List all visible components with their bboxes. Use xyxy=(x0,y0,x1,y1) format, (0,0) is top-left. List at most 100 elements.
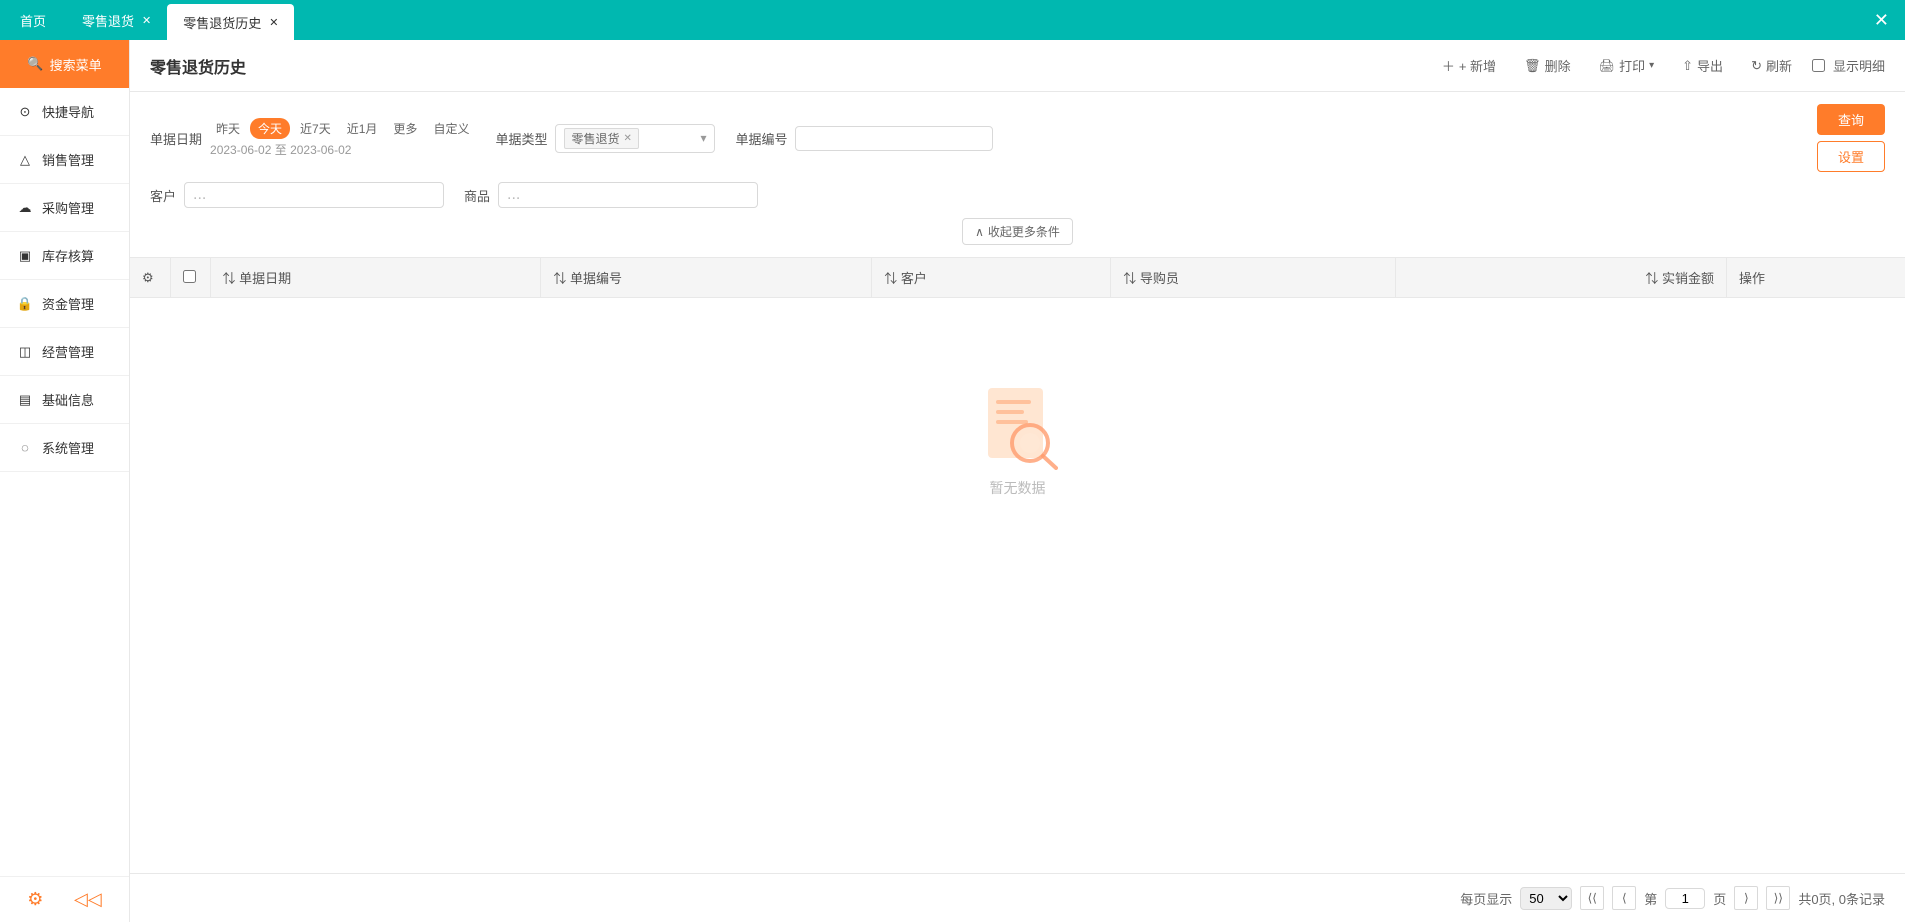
top-bar: 首页 零售退货 ✕ 零售退货历史 ✕ ✕ xyxy=(0,0,1905,40)
sidebar-item-system-mgmt[interactable]: ◌ 系统管理 xyxy=(0,424,129,472)
volume-icon[interactable]: ◁◁ xyxy=(74,889,102,910)
shortcut-1month[interactable]: 近1月 xyxy=(341,118,384,139)
shortcut-yesterday[interactable]: 昨天 xyxy=(210,118,246,139)
sidebar-item-quick-nav[interactable]: ⊙ 快捷导航 xyxy=(0,88,129,136)
sidebar-item-label: 系统管理 xyxy=(42,438,94,457)
refresh-icon: ↻ xyxy=(1751,58,1762,74)
print-button[interactable]: 🖨 打印 ▾ xyxy=(1591,52,1663,79)
col-amount[interactable]: ⇅ 实销金额 xyxy=(1396,258,1727,298)
page-title: 零售退货历史 xyxy=(150,54,246,78)
col-checkbox[interactable] xyxy=(170,258,210,298)
close-retail-return-tab[interactable]: ✕ xyxy=(142,14,151,27)
tab-retail-return-history[interactable]: 零售退货历史 ✕ xyxy=(167,4,294,40)
doc-type-chevron-icon: ▾ xyxy=(700,131,706,145)
header-actions: ＋ + 新增 🗑 删除 🖨 打印 ▾ ⇧ 导出 ↻ xyxy=(1434,52,1885,79)
add-icon: ＋ xyxy=(1442,56,1455,75)
table-settings-icon[interactable]: ⚙ xyxy=(142,270,154,285)
shortcut-more[interactable]: 更多 xyxy=(387,118,423,139)
sidebar-item-label: 库存核算 xyxy=(42,246,94,265)
doc-type-filter: 单据类型 零售退货 ✕ ▾ xyxy=(495,124,715,153)
total-info: 共0页, 0条记录 xyxy=(1798,889,1885,908)
tab-bar: 首页 零售退货 ✕ 零售退货历史 ✕ xyxy=(0,0,1858,40)
sidebar-item-inventory[interactable]: ▣ 库存核算 xyxy=(0,232,129,280)
page-size-select[interactable]: 50 100 200 xyxy=(1520,887,1572,910)
refresh-button[interactable]: ↻ 刷新 xyxy=(1743,52,1800,79)
doc-type-tag-close[interactable]: ✕ xyxy=(623,133,631,144)
tab-retail-return[interactable]: 零售退货 ✕ xyxy=(66,0,167,40)
col-action: 操作 xyxy=(1727,258,1905,298)
finance-icon: 🔒 xyxy=(16,295,34,313)
customer-dots: ... xyxy=(193,186,206,204)
shortcut-today[interactable]: 今天 xyxy=(250,118,290,139)
query-settings-group: 查询 设置 xyxy=(1817,104,1885,172)
col-doc-date[interactable]: ⇅ 单据日期 xyxy=(210,258,541,298)
goods-label: 商品 xyxy=(464,186,490,205)
chevron-up-icon: ∧ xyxy=(975,225,984,239)
inventory-icon: ▣ xyxy=(16,247,34,265)
col-customer[interactable]: ⇅ 客户 xyxy=(872,258,1111,298)
collapse-button[interactable]: ∧ 收起更多条件 xyxy=(962,218,1073,245)
page-size-label: 每页显示 xyxy=(1460,889,1512,908)
customer-label: 客户 xyxy=(150,186,176,205)
prev-page-button[interactable]: ⟨ xyxy=(1612,886,1636,910)
show-detail-toggle[interactable]: 显示明细 xyxy=(1812,56,1885,75)
doc-type-select[interactable]: 零售退货 ✕ ▾ xyxy=(555,124,715,153)
pagination: 每页显示 50 100 200 ⟨⟨ ⟨ 第 页 ⟩ ⟩⟩ 共0页, 0条记录 xyxy=(130,873,1905,922)
sidebar: 🔍 搜索菜单 ⊙ 快捷导航 △ 销售管理 ☁ 采购管理 ▣ 库存核算 🔒 资金管… xyxy=(0,40,130,922)
col-doc-no[interactable]: ⇅ 单据编号 xyxy=(541,258,872,298)
date-range-display: 2023-06-02 至 2023-06-02 xyxy=(210,141,475,158)
add-button[interactable]: ＋ + 新增 xyxy=(1434,52,1504,79)
delete-button[interactable]: 🗑 删除 xyxy=(1516,52,1579,79)
shortcut-7days[interactable]: 近7天 xyxy=(294,118,337,139)
print-chevron-icon: ▾ xyxy=(1649,60,1654,71)
select-all-checkbox[interactable] xyxy=(183,270,196,283)
settings-button[interactable]: 设置 xyxy=(1817,141,1885,172)
sidebar-item-purchase-mgmt[interactable]: ☁ 采购管理 xyxy=(0,184,129,232)
table-body: 暂无数据 xyxy=(130,298,1905,579)
tab-home[interactable]: 首页 xyxy=(0,0,66,40)
home-icon: ⊙ xyxy=(16,103,34,121)
customer-filter: 客户 ... xyxy=(150,182,444,208)
query-button[interactable]: 查询 xyxy=(1817,104,1885,135)
sidebar-item-finance[interactable]: 🔒 资金管理 xyxy=(0,280,129,328)
page-label: 第 xyxy=(1644,889,1657,908)
sidebar-item-label: 经营管理 xyxy=(42,342,94,361)
export-icon: ⇧ xyxy=(1682,58,1693,74)
base-info-icon: ▤ xyxy=(16,391,34,409)
main-layout: 🔍 搜索菜单 ⊙ 快捷导航 △ 销售管理 ☁ 采购管理 ▣ 库存核算 🔒 资金管… xyxy=(0,40,1905,922)
last-page-button[interactable]: ⟩⟩ xyxy=(1766,886,1790,910)
purchase-icon: ☁ xyxy=(16,199,34,217)
filter-area: 单据日期 昨天 今天 近7天 近1月 更多 自定义 2023-06-02 至 2… xyxy=(130,92,1905,258)
delete-icon: 🗑 xyxy=(1524,58,1541,74)
doc-no-filter: 单据编号 xyxy=(735,126,993,151)
filter-row-2: 客户 ... 商品 ... xyxy=(150,182,1885,208)
date-filter: 单据日期 昨天 今天 近7天 近1月 更多 自定义 2023-06-02 至 2… xyxy=(150,118,475,158)
show-detail-checkbox[interactable] xyxy=(1812,59,1825,72)
goods-select[interactable]: ... xyxy=(498,182,758,208)
customer-select[interactable]: ... xyxy=(184,182,444,208)
page-number-input[interactable] xyxy=(1665,888,1705,909)
empty-state-row: 暂无数据 xyxy=(130,298,1905,579)
sidebar-item-sales-mgmt[interactable]: △ 销售管理 xyxy=(0,136,129,184)
operation-icon: ◫ xyxy=(16,343,34,361)
app-close-button[interactable]: ✕ xyxy=(1858,10,1905,31)
doc-no-input[interactable] xyxy=(795,126,993,151)
doc-type-label: 单据类型 xyxy=(495,129,547,148)
sidebar-bottom: ⚙ ◁◁ xyxy=(0,876,129,922)
sidebar-item-base-info[interactable]: ▤ 基础信息 xyxy=(0,376,129,424)
settings-icon[interactable]: ⚙ xyxy=(27,889,43,910)
sidebar-search-label: 搜索菜单 xyxy=(50,55,102,74)
date-shortcuts: 昨天 今天 近7天 近1月 更多 自定义 2023-06-02 至 2023-0… xyxy=(210,118,475,158)
first-page-button[interactable]: ⟨⟨ xyxy=(1580,886,1604,910)
close-retail-return-history-tab[interactable]: ✕ xyxy=(269,16,278,29)
export-button[interactable]: ⇧ 导出 xyxy=(1674,52,1731,79)
sidebar-item-operation[interactable]: ◫ 经营管理 xyxy=(0,328,129,376)
col-guide[interactable]: ⇅ 导购员 xyxy=(1111,258,1396,298)
content-area: 零售退货历史 ＋ + 新增 🗑 删除 🖨 打印 ▾ ⇧ 导出 xyxy=(130,40,1905,922)
col-settings[interactable]: ⚙ xyxy=(130,258,170,298)
empty-state-cell: 暂无数据 xyxy=(130,298,1905,579)
next-page-button[interactable]: ⟩ xyxy=(1734,886,1758,910)
table-area: ⚙ ⇅ 单据日期 ⇅ 单据编号 xyxy=(130,258,1905,873)
shortcut-custom[interactable]: 自定义 xyxy=(427,118,475,139)
sidebar-search[interactable]: 🔍 搜索菜单 xyxy=(0,40,129,88)
